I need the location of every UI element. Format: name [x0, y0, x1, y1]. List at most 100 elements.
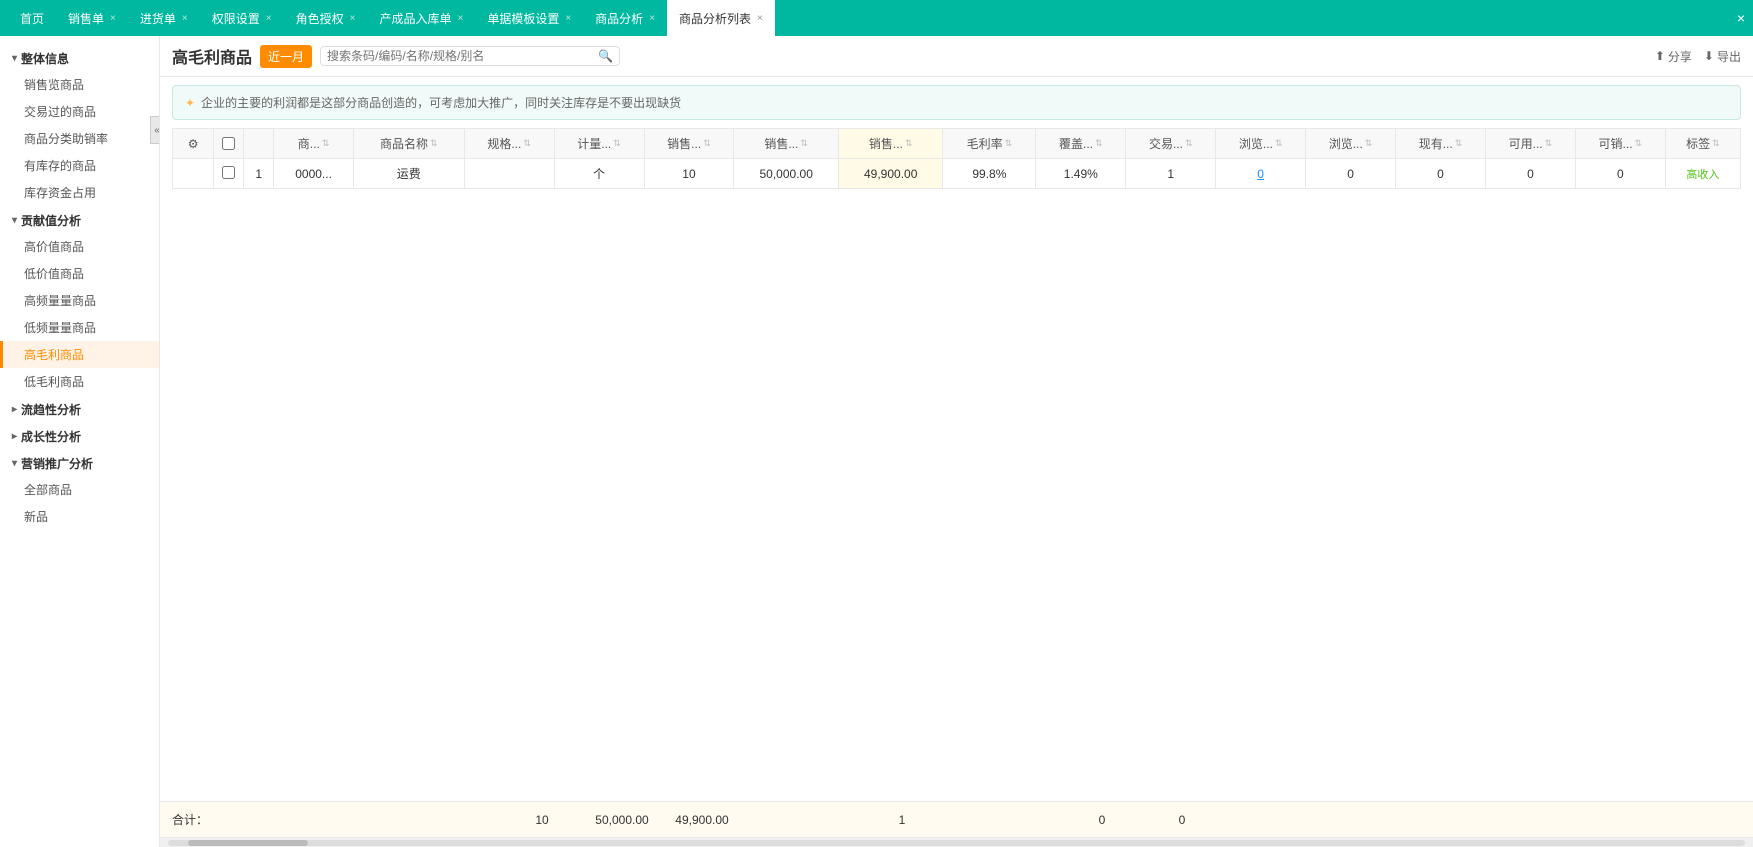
col-saleable[interactable]: 可销... ⇅: [1575, 129, 1665, 159]
tab-auth-settings[interactable]: 权限设置 ×: [200, 0, 284, 36]
sidebar-item-in-stock-goods[interactable]: 有库存的商品: [0, 152, 159, 179]
top-nav: 首页 销售单 × 进货单 × 权限设置 × 角色授权 × 产成品入库单 × 单据…: [0, 0, 1753, 36]
sidebar-group-wealth-analysis[interactable]: ▾ 贡献值分析: [0, 206, 159, 233]
info-icon: ✦: [185, 96, 195, 110]
export-button[interactable]: ⬇ 导出: [1704, 48, 1741, 65]
sidebar-item-analysis-rate[interactable]: 商品分类助销率: [0, 125, 159, 152]
tab-product-analysis[interactable]: 商品分析 ×: [583, 0, 667, 36]
sidebar-item-new-goods[interactable]: 新品: [0, 503, 159, 530]
share-button[interactable]: ⬆ 分享: [1655, 48, 1692, 65]
cell-current-stock: 0: [1396, 159, 1486, 189]
scrollbar-thumb[interactable]: [188, 840, 308, 846]
header-actions: ⬆ 分享 ⬇ 导出: [1655, 48, 1741, 65]
table-row: 1 0000... 运费 个 10 50,000.00 49,900.00 99…: [173, 159, 1741, 189]
sort-icon-spec: ⇅: [523, 138, 531, 149]
content-area: 高毛利商品 近一月 🔍 ⬆ 分享 ⬇ 导出 ✦ 企业的主要的利润都是这部分商品创…: [160, 36, 1753, 847]
sort-icon-code: ⇅: [322, 138, 330, 149]
footer-available: 0: [1142, 813, 1222, 827]
cell-browse2: 0: [1306, 159, 1396, 189]
sidebar-group-overview[interactable]: ▾ 整体信息: [0, 44, 159, 71]
sidebar-item-low-freq[interactable]: 低频量量商品: [0, 314, 159, 341]
cell-no: 1: [244, 159, 274, 189]
sidebar-group-trend-analysis[interactable]: ▸ 流趋性分析: [0, 395, 159, 422]
sort-icon-browse1: ⇅: [1275, 138, 1283, 149]
row-checkbox[interactable]: [222, 166, 235, 179]
col-available[interactable]: 可用... ⇅: [1485, 129, 1575, 159]
sidebar-item-high-freq[interactable]: 高频量量商品: [0, 287, 159, 314]
footer-sales-qty: 10: [502, 813, 582, 827]
chevron-down-icon-3: ▾: [12, 458, 17, 469]
sidebar-item-low-margin[interactable]: 低毛利商品: [0, 368, 159, 395]
sort-icon-margin-rate: ⇅: [1005, 138, 1013, 149]
sort-icon-name: ⇅: [430, 138, 438, 149]
sidebar-item-traded-goods[interactable]: 交易过的商品: [0, 98, 159, 125]
footer-summary: 合计： 10 50,000.00 49,900.00 1 0 0: [160, 801, 1753, 837]
sidebar-item-high-value[interactable]: 高价值商品: [0, 233, 159, 260]
close-product-analysis[interactable]: ×: [649, 13, 655, 24]
bottom-scrollbar[interactable]: [160, 837, 1753, 847]
page-title: 高毛利商品: [172, 44, 252, 68]
close-import-goods[interactable]: ×: [182, 13, 188, 24]
sidebar-item-sales-goods[interactable]: 销售览商品: [0, 71, 159, 98]
sort-icon-sales-cost: ⇅: [905, 138, 913, 149]
chevron-down-icon-2: ▾: [12, 215, 17, 226]
col-sales-cost[interactable]: 销售... ⇅: [838, 129, 943, 159]
sidebar-item-stock-funds[interactable]: 库存资金占用: [0, 179, 159, 206]
time-filter-button[interactable]: 近一月: [260, 45, 312, 68]
cell-browse1[interactable]: 0: [1216, 159, 1306, 189]
tab-product-entry[interactable]: 产成品入库单 ×: [367, 0, 475, 36]
tab-sales-order[interactable]: 销售单 ×: [56, 0, 128, 36]
info-banner: ✦ 企业的主要的利润都是这部分商品创造的，可考虑加大推广，同时关注库存是不要出现…: [172, 85, 1741, 120]
cell-tag: 高收入: [1665, 159, 1740, 189]
col-settings[interactable]: ⚙: [173, 129, 214, 159]
tab-home[interactable]: 首页: [8, 0, 56, 36]
sidebar-group-growth-analysis[interactable]: ▸ 成长性分析: [0, 422, 159, 449]
cell-transaction: 1: [1126, 159, 1216, 189]
footer-sales-amount: 50,000.00: [582, 813, 662, 827]
sort-icon-transaction: ⇅: [1185, 138, 1193, 149]
col-unit[interactable]: 计量... ⇅: [554, 129, 644, 159]
col-browse1[interactable]: 浏览... ⇅: [1216, 129, 1306, 159]
col-coverage[interactable]: 覆盖... ⇅: [1036, 129, 1126, 159]
footer-current-stock: 0: [1062, 813, 1142, 827]
sidebar-item-all-goods[interactable]: 全部商品: [0, 476, 159, 503]
col-transaction[interactable]: 交易... ⇅: [1126, 129, 1216, 159]
close-template-settings[interactable]: ×: [565, 13, 571, 24]
col-sales-qty[interactable]: 销售... ⇅: [644, 129, 734, 159]
tab-role-auth[interactable]: 角色授权 ×: [284, 0, 368, 36]
close-product-entry[interactable]: ×: [457, 13, 463, 24]
col-browse2[interactable]: 浏览... ⇅: [1306, 129, 1396, 159]
search-icon[interactable]: 🔍: [598, 49, 613, 63]
col-name[interactable]: 商品名称 ⇅: [353, 129, 464, 159]
search-input[interactable]: [327, 49, 594, 63]
close-product-analysis-list[interactable]: ×: [757, 13, 763, 24]
sidebar-collapse-button[interactable]: «: [150, 116, 160, 144]
col-no: [244, 129, 274, 159]
sidebar-group-marketing-analysis[interactable]: ▾ 营销推广分析: [0, 449, 159, 476]
cell-sales-cost: 49,900.00: [838, 159, 943, 189]
close-all-button[interactable]: ×: [1737, 10, 1745, 26]
sidebar: « ▾ 整体信息 销售览商品 交易过的商品 商品分类助销率 有库存的商品 库存资…: [0, 36, 160, 847]
col-margin-rate[interactable]: 毛利率 ⇅: [943, 129, 1036, 159]
sort-icon-tag: ⇅: [1712, 138, 1720, 149]
cell-coverage: 1.49%: [1036, 159, 1126, 189]
tab-product-analysis-list[interactable]: 商品分析列表 ×: [667, 0, 775, 36]
col-tag[interactable]: 标签 ⇅: [1665, 129, 1740, 159]
tab-template-settings[interactable]: 单据模板设置 ×: [475, 0, 583, 36]
close-role-auth[interactable]: ×: [350, 13, 356, 24]
col-current-stock[interactable]: 现有... ⇅: [1396, 129, 1486, 159]
sort-icon-sales-qty: ⇅: [703, 138, 711, 149]
data-table: ⚙ 商... ⇅: [172, 128, 1741, 189]
tab-import-goods[interactable]: 进货单 ×: [128, 0, 200, 36]
col-spec[interactable]: 规格... ⇅: [464, 129, 554, 159]
footer-sales-cost: 49,900.00: [662, 813, 742, 827]
select-all-checkbox[interactable]: [222, 137, 235, 150]
sort-icon-sales-amount: ⇅: [800, 138, 808, 149]
close-sales-order[interactable]: ×: [110, 13, 116, 24]
close-auth-settings[interactable]: ×: [266, 13, 272, 24]
sidebar-item-high-margin[interactable]: 高毛利商品: [0, 341, 159, 368]
col-code[interactable]: 商... ⇅: [274, 129, 354, 159]
col-sales-amount[interactable]: 销售... ⇅: [734, 129, 839, 159]
table-container: ⚙ 商... ⇅: [160, 128, 1753, 801]
sidebar-item-low-value[interactable]: 低价值商品: [0, 260, 159, 287]
